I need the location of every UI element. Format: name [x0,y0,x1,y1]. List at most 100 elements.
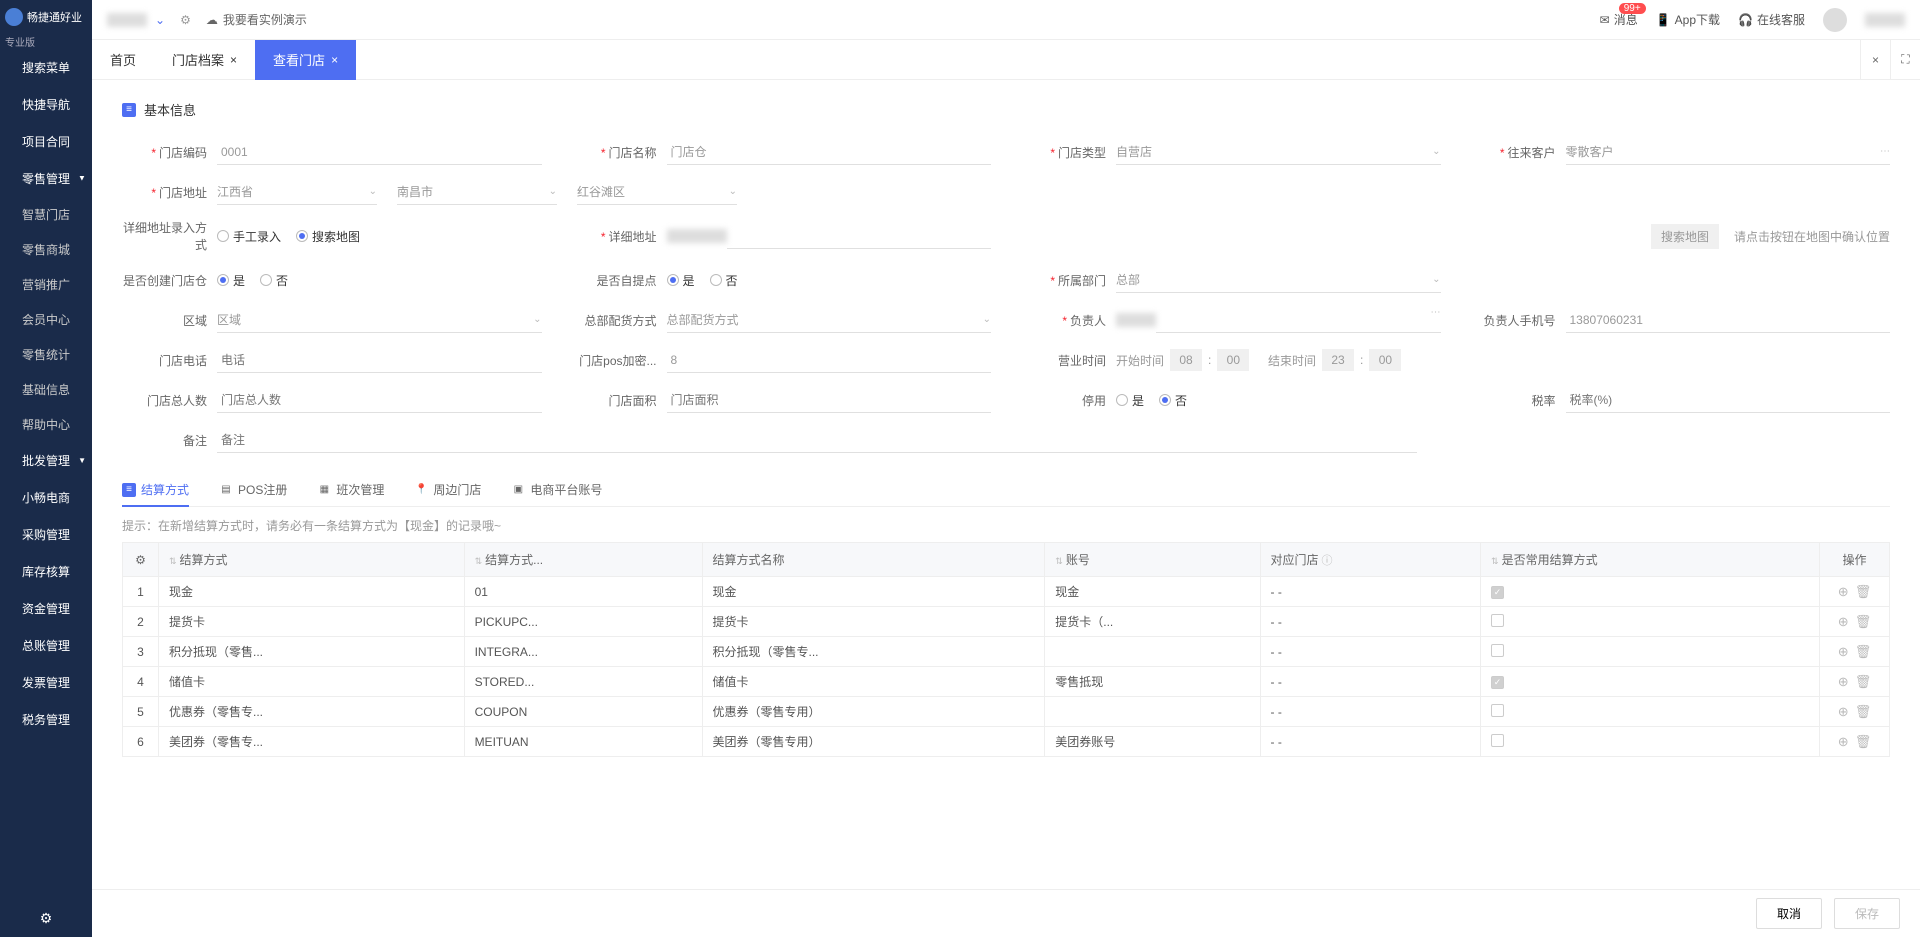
menu-retail[interactable]: 零售管理 ▲ [0,160,92,197]
menu-ledger[interactable]: 总账管理 [0,627,92,664]
add-icon[interactable]: ⊕ [1835,704,1852,719]
menu-search[interactable]: 搜索菜单 [0,49,92,86]
close-icon[interactable]: × [331,53,338,67]
add-icon[interactable]: ⊕ [1835,644,1852,659]
radio-disable-yes[interactable]: 是 [1116,392,1144,409]
save-button[interactable]: 保存 [1834,898,1900,929]
checkbox[interactable] [1491,704,1504,717]
menu-wholesale[interactable]: 批发管理 ▼ [0,442,92,479]
input-owner-phone[interactable] [1566,307,1891,333]
th-method[interactable]: ⇅结算方式 [159,543,465,577]
th-gear[interactable]: ⚙ [123,543,159,577]
close-icon[interactable]: × [230,53,237,67]
select-customer[interactable]: 零散客户⋯ [1566,139,1891,165]
table-row[interactable]: 6美团券（零售专...MEITUAN美团券（零售专用）美团券账号- -⊕🗑 [123,727,1890,757]
menu-inventory[interactable]: 库存核算 [0,553,92,590]
subtab-pos[interactable]: ▤POS注册 [219,473,287,506]
sub-stats[interactable]: 零售统计 [0,337,92,372]
add-icon[interactable]: ⊕ [1835,734,1852,749]
th-account[interactable]: ⇅账号 [1045,543,1260,577]
table-row[interactable]: 3积分抵现（零售...INTEGRA...积分抵现（零售专...- -⊕🗑 [123,637,1890,667]
select-city[interactable]: 南昌市⌄ [397,179,557,205]
menu-quicknav[interactable]: 快捷导航 [0,86,92,123]
delete-icon[interactable]: 🗑 [1852,584,1875,599]
avatar[interactable] [1823,8,1847,32]
org-selector[interactable]: ⌄ [107,13,165,27]
subtab-nearby[interactable]: 📍周边门店 [414,473,481,506]
delete-icon[interactable]: 🗑 [1852,614,1875,629]
time-end-m[interactable]: 00 [1369,349,1401,371]
checkbox[interactable] [1491,614,1504,627]
table-row[interactable]: 5优惠券（零售专...COUPON优惠券（零售专用）- -⊕🗑 [123,697,1890,727]
time-end-h[interactable]: 23 [1322,349,1354,371]
table-row[interactable]: 2提货卡PICKUPC...提货卡提货卡（...- -⊕🗑 [123,607,1890,637]
checkbox[interactable]: ✓ [1491,676,1504,689]
tab-close-all-button[interactable]: × [1860,40,1890,80]
select-province[interactable]: 江西省⌄ [217,179,377,205]
tab-archive[interactable]: 门店档案 × [154,40,255,80]
select-region[interactable]: 区域⌄ [217,307,542,333]
radio-pickup-yes[interactable]: 是 [667,272,695,289]
more-icon[interactable]: ⋯ [1431,307,1441,332]
radio-pickup-no[interactable]: 否 [710,272,738,289]
add-icon[interactable]: ⊕ [1835,674,1852,689]
radio-wh-no[interactable]: 否 [260,272,288,289]
cancel-button[interactable]: 取消 [1756,898,1822,929]
select-store-type[interactable]: 自营店⌄ [1116,139,1441,165]
select-hq-dist[interactable]: 总部配货方式⌄ [667,307,992,333]
add-icon[interactable]: ⊕ [1835,584,1852,599]
table-row[interactable]: 4储值卡STORED...储值卡零售抵现- -✓⊕🗑 [123,667,1890,697]
radio-map[interactable]: 搜索地图 [296,228,360,245]
input-store-name[interactable] [667,139,992,165]
input-staff[interactable] [217,387,542,413]
input-store-code[interactable] [217,139,542,165]
subtab-ecommerce[interactable]: ▣电商平台账号 [511,473,602,506]
radio-manual[interactable]: 手工录入 [217,228,281,245]
radio-wh-yes[interactable]: 是 [217,272,245,289]
select-district[interactable]: 红谷滩区⌄ [577,179,737,205]
radio-disable-no[interactable]: 否 [1159,392,1187,409]
select-department[interactable]: 总部⌄ [1116,267,1441,293]
download-button[interactable]: 📱 App下载 [1656,11,1720,28]
checkbox[interactable] [1491,644,1504,657]
th-common[interactable]: ⇅是否常用结算方式 [1481,543,1820,577]
subtab-settlement[interactable]: ≡结算方式 [122,473,189,506]
sub-mall[interactable]: 零售商城 [0,232,92,267]
time-start-m[interactable]: 00 [1217,349,1249,371]
delete-icon[interactable]: 🗑 [1852,704,1875,719]
table-row[interactable]: 1现金01现金现金- -✓⊕🗑 [123,577,1890,607]
subtab-shift[interactable]: ▦班次管理 [317,473,384,506]
gear-icon[interactable]: ⚙ [40,910,53,926]
menu-purchase[interactable]: 采购管理 [0,516,92,553]
input-pos[interactable] [667,347,992,373]
sub-help[interactable]: 帮助中心 [0,407,92,442]
menu-tax[interactable]: 税务管理 [0,701,92,738]
sort-icon[interactable]: ⇅ [1491,556,1499,566]
sub-baseinfo[interactable]: 基础信息 [0,372,92,407]
add-icon[interactable]: ⊕ [1835,614,1852,629]
menu-ecom[interactable]: 小畅电商 [0,479,92,516]
sort-icon[interactable]: ⇅ [475,556,483,566]
checkbox[interactable]: ✓ [1491,586,1504,599]
delete-icon[interactable]: 🗑 [1852,734,1875,749]
input-remark[interactable] [217,427,1417,453]
tab-home[interactable]: 首页 [92,40,154,80]
settings-icon[interactable]: ⚙ [180,13,191,27]
map-search-button[interactable]: 搜索地图 [1651,224,1719,249]
sub-smart-store[interactable]: 智慧门店 [0,197,92,232]
input-tax[interactable] [1566,387,1891,413]
menu-contract[interactable]: 项目合同 [0,123,92,160]
th-code[interactable]: ⇅结算方式... [464,543,702,577]
demo-link[interactable]: ☁ 我要看实例演示 [206,11,307,28]
menu-invoice[interactable]: 发票管理 [0,664,92,701]
sub-marketing[interactable]: 营销推广 [0,267,92,302]
help-icon[interactable]: ⓘ [1322,555,1333,567]
input-phone[interactable] [217,347,542,373]
messages-button[interactable]: ✉ 消息 99+ [1600,11,1638,28]
delete-icon[interactable]: 🗑 [1852,644,1875,659]
input-area[interactable] [667,387,992,413]
checkbox[interactable] [1491,734,1504,747]
tab-view-store[interactable]: 查看门店 × [255,40,356,80]
service-button[interactable]: 🎧 在线客服 [1738,11,1805,28]
sub-member[interactable]: 会员中心 [0,302,92,337]
